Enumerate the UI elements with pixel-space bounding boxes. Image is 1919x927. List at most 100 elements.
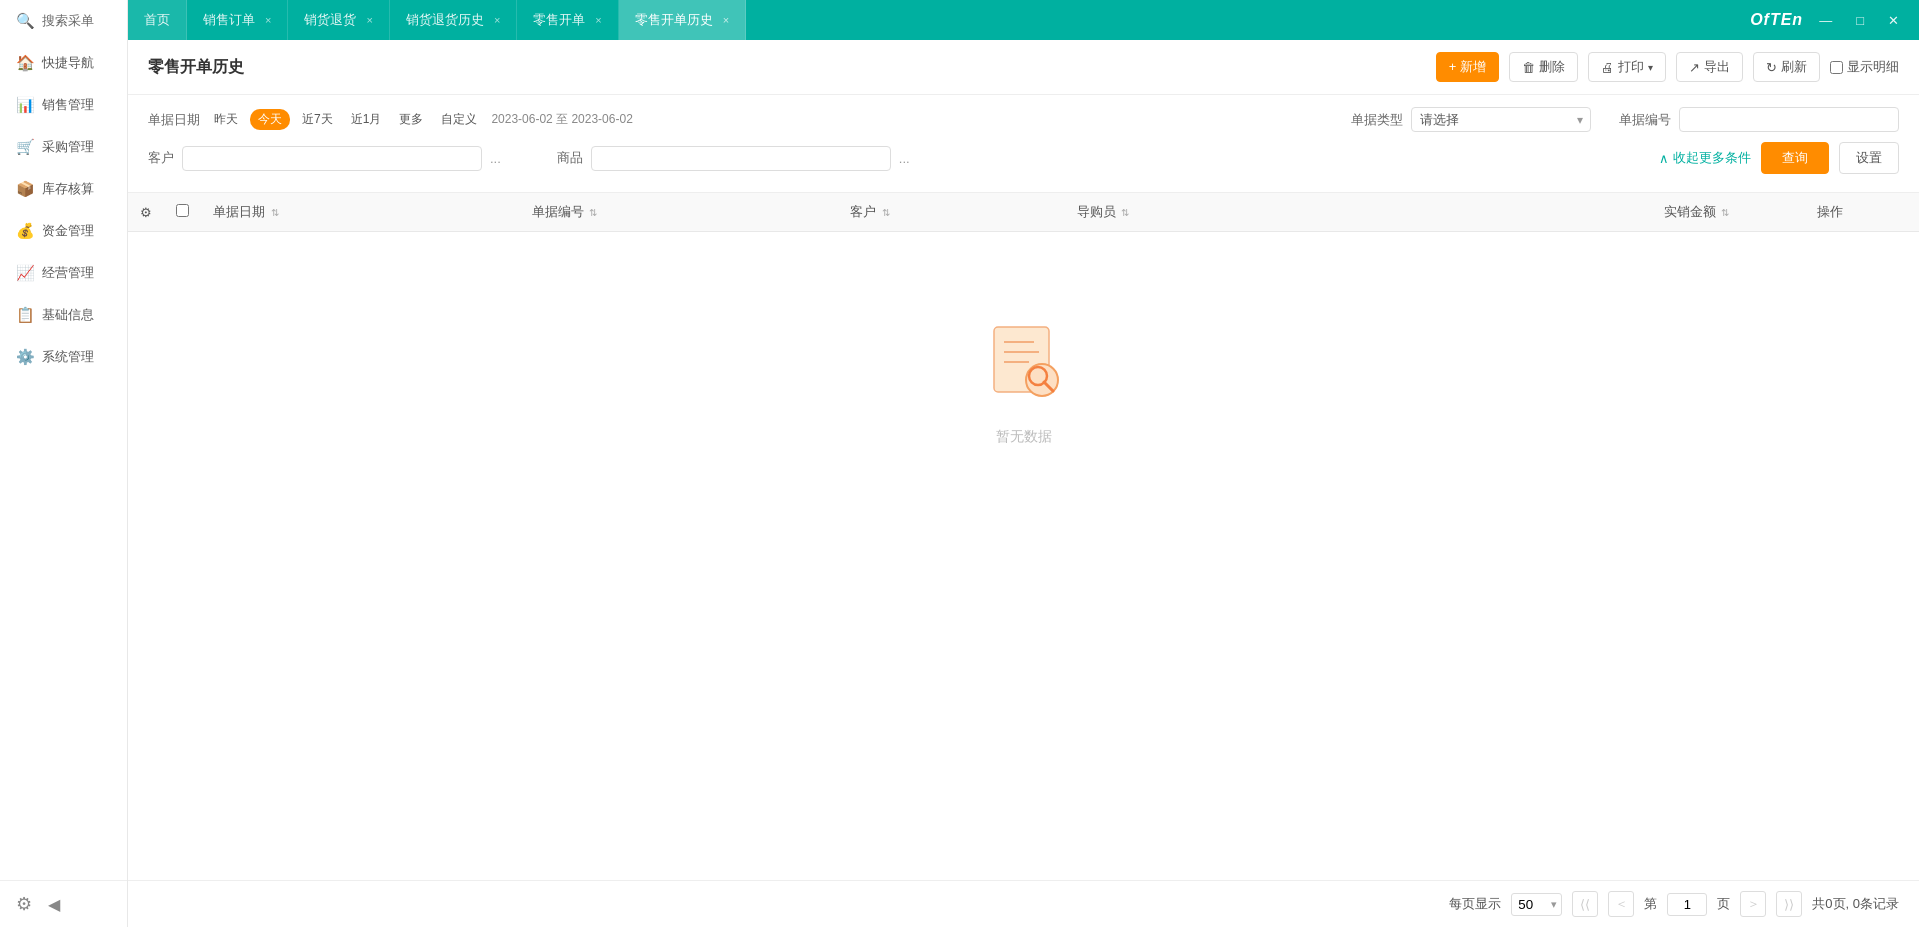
nav-right: OfTEn — □ ✕ — [1750, 9, 1919, 32]
sidebar-item-purchase-mgmt[interactable]: 🛒 采购管理 — [0, 126, 127, 168]
select-all-checkbox[interactable] — [176, 204, 189, 217]
sidebar-item-label: 销售管理 — [42, 96, 94, 114]
filter-goods: 商品 ... — [557, 146, 910, 171]
sidebar-search-label: 搜索采单 — [42, 12, 94, 30]
total-info: 共0页, 0条记录 — [1812, 895, 1899, 913]
sidebar-item-quick-nav[interactable]: 🏠 快捷导航 — [0, 42, 127, 84]
th-amount[interactable]: 实销金额 ⇅ — [1422, 193, 1741, 232]
doc-type-select[interactable]: 请选择 — [1411, 107, 1591, 132]
doc-number-label: 单据编号 — [1619, 111, 1671, 129]
settings-filter-button[interactable]: 设置 — [1839, 142, 1899, 174]
first-page-btn[interactable]: ⟨⟨ — [1572, 891, 1598, 917]
page-number-input[interactable] — [1667, 893, 1707, 916]
sidebar-item-system[interactable]: ⚙️ 系统管理 — [0, 336, 127, 378]
tab-retail-open[interactable]: 零售开单 × — [517, 0, 618, 40]
sort-number-icon: ⇅ — [589, 207, 597, 218]
tab-sales-return[interactable]: 销货退货 × — [288, 0, 389, 40]
filter-row-2: 客户 ... 商品 ... ∧ 收起更多条件 查询 设置 — [148, 142, 1899, 174]
sidebar-item-finance[interactable]: 💰 资金管理 — [0, 210, 127, 252]
close-btn[interactable]: ✕ — [1880, 9, 1907, 32]
tab-sales-order-close[interactable]: × — [265, 14, 271, 26]
filter-doc-number: 单据编号 — [1619, 107, 1899, 132]
tab-retail-open-history[interactable]: 零售开单历史 × — [619, 0, 746, 40]
delete-button[interactable]: 🗑 删除 — [1509, 52, 1578, 82]
query-button[interactable]: 查询 — [1761, 142, 1829, 174]
date-range-display: 2023-06-02 至 2023-06-02 — [491, 111, 632, 128]
prev-page-btn[interactable]: ＜ — [1608, 891, 1634, 917]
sidebar-item-basic-info[interactable]: 📋 基础信息 — [0, 294, 127, 336]
per-page-select[interactable]: 50 10 20 100 — [1511, 893, 1562, 916]
money-icon: 💰 — [16, 222, 34, 240]
date-more[interactable]: 更多 — [393, 109, 429, 130]
sidebar-bottom: ⚙ ◀ — [0, 880, 127, 927]
doc-number-input[interactable] — [1679, 107, 1899, 132]
goods-ellipsis[interactable]: ... — [899, 151, 910, 166]
page-header: 零售开单历史 + 新增 🗑 删除 🖨 打印 ▾ ↗ 导出 ↻ — [128, 40, 1919, 95]
next-page-btn[interactable]: ＞ — [1740, 891, 1766, 917]
tab-retail-open-history-close[interactable]: × — [723, 14, 729, 26]
refresh-icon: ↻ — [1766, 60, 1777, 75]
print-icon: 🖨 — [1601, 60, 1614, 75]
per-page-label: 每页显示 — [1449, 895, 1501, 913]
display-detail-toggle[interactable]: 显示明细 — [1830, 58, 1899, 76]
brand-label: OfTEn — [1750, 11, 1803, 29]
settings-bottom-icon[interactable]: ⚙ — [16, 893, 32, 915]
filter-date: 单据日期 昨天 今天 近7天 近1月 更多 自定义 2023-06-02 至 2… — [148, 109, 633, 130]
th-operation: 操作 — [1741, 193, 1919, 232]
filter-doc-type: 单据类型 请选择 — [1351, 107, 1603, 132]
restore-btn[interactable]: □ — [1848, 9, 1872, 32]
collapse-sidebar-icon[interactable]: ◀ — [48, 895, 60, 914]
ops-icon: 📈 — [16, 264, 34, 282]
delete-icon: 🗑 — [1522, 60, 1535, 75]
export-button[interactable]: ↗ 导出 — [1676, 52, 1743, 82]
tab-sales-return-history[interactable]: 销货退货历史 × — [390, 0, 517, 40]
th-checkbox[interactable] — [164, 193, 201, 232]
date-1month[interactable]: 近1月 — [345, 109, 388, 130]
add-button[interactable]: + 新增 — [1436, 52, 1499, 82]
customer-input[interactable] — [182, 146, 482, 171]
page-title: 零售开单历史 — [148, 57, 244, 78]
date-custom[interactable]: 自定义 — [435, 109, 483, 130]
sidebar-item-sales-mgmt[interactable]: 📊 销售管理 — [0, 84, 127, 126]
content-area: 零售开单历史 + 新增 🗑 删除 🖨 打印 ▾ ↗ 导出 ↻ — [128, 40, 1919, 927]
sidebar-item-operations[interactable]: 📈 经营管理 — [0, 252, 127, 294]
th-number[interactable]: 单据编号 ⇅ — [520, 193, 839, 232]
toolbar: + 新增 🗑 删除 🖨 打印 ▾ ↗ 导出 ↻ 刷新 — [1436, 52, 1899, 82]
refresh-button[interactable]: ↻ 刷新 — [1753, 52, 1820, 82]
th-date[interactable]: 单据日期 ⇅ — [201, 193, 520, 232]
tab-home[interactable]: 首页 — [128, 0, 187, 40]
sort-amount-icon: ⇅ — [1721, 207, 1729, 218]
collapse-filter-btn[interactable]: ∧ 收起更多条件 — [1659, 149, 1751, 167]
customer-ellipsis[interactable]: ... — [490, 151, 501, 166]
tab-home-label: 首页 — [144, 11, 170, 29]
export-icon: ↗ — [1689, 60, 1700, 75]
date-yesterday[interactable]: 昨天 — [208, 109, 244, 130]
tab-sales-order[interactable]: 销售订单 × — [187, 0, 288, 40]
print-button[interactable]: 🖨 打印 ▾ — [1588, 52, 1666, 82]
tab-retail-open-close[interactable]: × — [595, 14, 601, 26]
date-label: 单据日期 — [148, 111, 200, 129]
display-detail-checkbox[interactable] — [1830, 61, 1843, 74]
date-shortcuts: 昨天 今天 近7天 近1月 更多 自定义 — [208, 109, 483, 130]
minimize-btn[interactable]: — — [1811, 9, 1840, 32]
print-chevron-icon: ▾ — [1648, 62, 1653, 73]
th-customer[interactable]: 客户 ⇅ — [838, 193, 1064, 232]
empty-icon — [974, 312, 1074, 412]
tab-sales-return-history-close[interactable]: × — [494, 14, 500, 26]
goods-label: 商品 — [557, 149, 583, 167]
cart-icon: 🛒 — [16, 138, 34, 156]
th-salesperson[interactable]: 导购员 ⇅ — [1065, 193, 1337, 232]
tab-sales-return-close[interactable]: × — [366, 14, 372, 26]
main-area: 首页 销售订单 × 销货退货 × 销货退货历史 × 零售开单 × 零售开单历史 … — [128, 0, 1919, 927]
goods-input[interactable] — [591, 146, 891, 171]
th-spacer — [1337, 193, 1422, 232]
th-settings[interactable]: ⚙ — [128, 193, 164, 232]
sidebar-search[interactable]: 🔍 搜索采单 — [0, 0, 127, 42]
filter-row-1: 单据日期 昨天 今天 近7天 近1月 更多 自定义 2023-06-02 至 2… — [148, 107, 1899, 132]
date-today[interactable]: 今天 — [250, 109, 290, 130]
doc-type-label: 单据类型 — [1351, 111, 1403, 129]
sidebar-item-inventory[interactable]: 📦 库存核算 — [0, 168, 127, 210]
sort-date-icon: ⇅ — [271, 207, 279, 218]
last-page-btn[interactable]: ⟩⟩ — [1776, 891, 1802, 917]
date-7days[interactable]: 近7天 — [296, 109, 339, 130]
